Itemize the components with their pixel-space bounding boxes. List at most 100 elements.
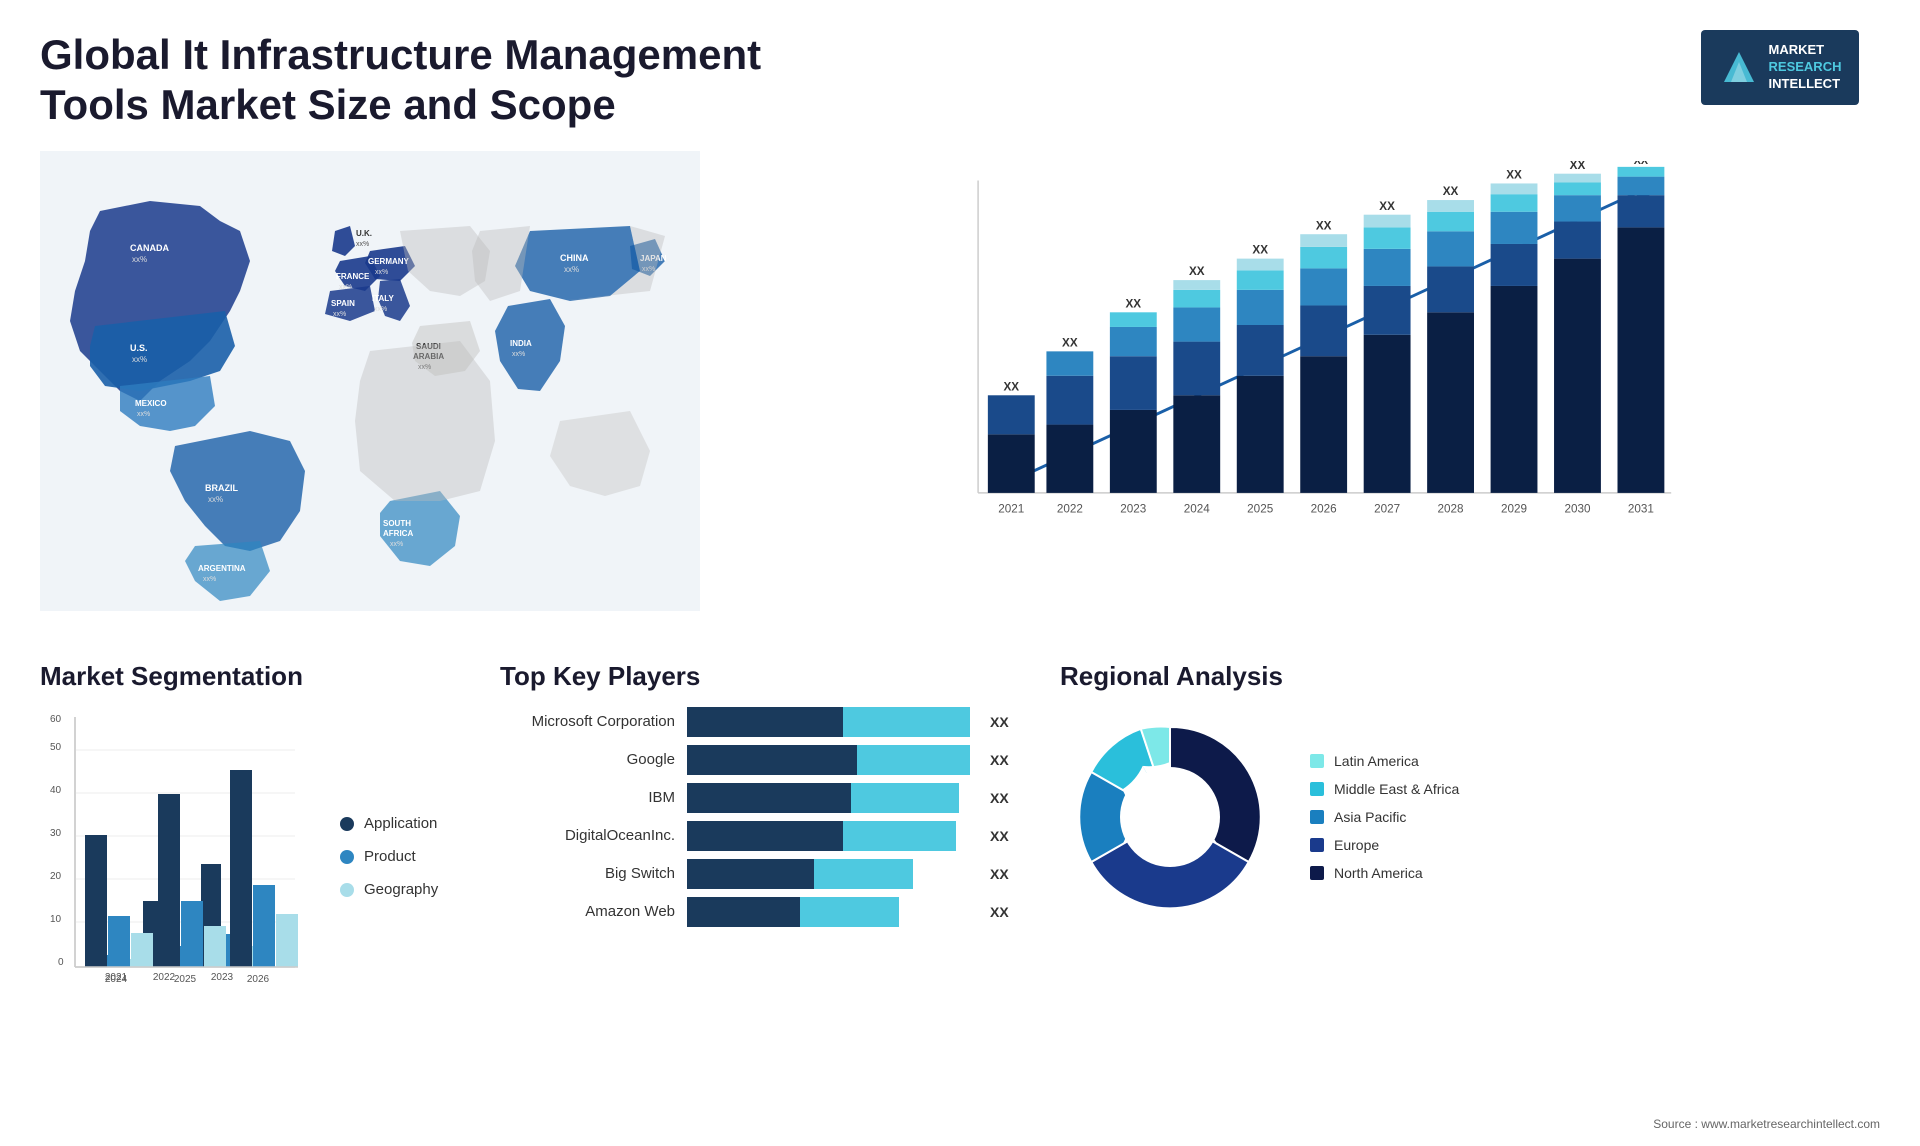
player-bar-ibm (687, 783, 970, 813)
regional-color-mea (1310, 782, 1324, 796)
svg-text:xx%: xx% (374, 306, 387, 313)
svg-text:XX: XX (1570, 161, 1586, 172)
player-value-ibm: XX (990, 790, 1020, 806)
svg-text:GERMANY: GERMANY (368, 257, 410, 266)
regional-legend: Latin America Middle East & Africa Asia … (1310, 753, 1459, 881)
svg-text:ARGENTINA: ARGENTINA (198, 564, 246, 573)
regional-label-mea: Middle East & Africa (1334, 781, 1459, 797)
player-row-google: Google XX (500, 745, 1020, 775)
svg-text:xx%: xx% (208, 495, 223, 504)
bar-chart-area: XX 2021 XX 2022 XX 2023 XX 2024 (700, 151, 1880, 631)
svg-text:XX: XX (1003, 380, 1019, 393)
player-bar-google (687, 745, 970, 775)
svg-text:2031: 2031 (1628, 502, 1654, 515)
player-bar-seg1-digitalocean (687, 821, 843, 851)
legend-label-application: Application (364, 815, 437, 832)
legend-application: Application (340, 815, 460, 832)
player-bar-seg1-google (687, 745, 857, 775)
logo-text: MARKET RESEARCH INTELLECT (1769, 42, 1842, 93)
svg-text:CANADA: CANADA (130, 243, 169, 253)
player-bar-seg1-microsoft (687, 707, 843, 737)
player-bar-microsoft (687, 707, 970, 737)
svg-text:XX: XX (1125, 297, 1141, 310)
svg-text:SOUTH: SOUTH (383, 519, 411, 528)
player-bar-seg2-amazon (800, 897, 899, 927)
player-name-google: Google (500, 751, 675, 768)
source-text: Source : www.marketresearchintellect.com (1653, 1117, 1880, 1131)
svg-text:xx%: xx% (564, 265, 579, 274)
svg-text:2025: 2025 (174, 974, 197, 985)
svg-text:xx%: xx% (512, 351, 525, 358)
legend-product: Product (340, 848, 460, 865)
player-row-digitalocean: DigitalOceanInc. XX (500, 821, 1020, 851)
player-row-bigswitch: Big Switch XX (500, 859, 1020, 889)
player-row-microsoft: Microsoft Corporation XX (500, 707, 1020, 737)
player-bar-amazon (687, 897, 970, 927)
svg-text:xx%: xx% (132, 255, 147, 264)
svg-text:xx%: xx% (375, 269, 388, 276)
svg-text:xx%: xx% (390, 541, 403, 548)
player-bar-seg2-bigswitch (814, 859, 913, 889)
svg-text:U.K.: U.K. (356, 229, 372, 238)
regional-color-latin (1310, 754, 1324, 768)
regional-label-apac: Asia Pacific (1334, 809, 1406, 825)
header: Global It Infrastructure Management Tool… (0, 0, 1920, 151)
bottom-section: Market Segmentation 0 10 20 30 40 50 60 (0, 651, 1920, 1031)
regional-color-northamerica (1310, 866, 1324, 880)
svg-text:BRAZIL: BRAZIL (205, 483, 238, 493)
player-value-google: XX (990, 752, 1020, 768)
regional-legend-latin: Latin America (1310, 753, 1459, 769)
svg-text:XX: XX (1252, 244, 1268, 257)
player-bar-seg2-ibm (851, 783, 959, 813)
svg-text:2025: 2025 (1247, 502, 1274, 515)
svg-text:MEXICO: MEXICO (135, 399, 167, 408)
svg-text:2030: 2030 (1564, 502, 1591, 515)
svg-text:xx%: xx% (333, 311, 346, 318)
player-bar-seg1-ibm (687, 783, 851, 813)
svg-text:2022: 2022 (1057, 502, 1083, 515)
legend-dot-application (340, 817, 354, 831)
svg-text:XX: XX (1316, 219, 1332, 232)
svg-text:U.S.: U.S. (130, 343, 148, 353)
donut-chart (1060, 707, 1280, 927)
map-area: CANADA xx% U.S. xx% MEXICO xx% BRAZIL xx… (40, 151, 700, 631)
seg-chart: 0 10 20 30 40 50 60 (40, 707, 320, 1007)
player-name-ibm: IBM (500, 789, 675, 806)
player-row-ibm: IBM XX (500, 783, 1020, 813)
regional-legend-europe: Europe (1310, 837, 1459, 853)
svg-text:XX: XX (1634, 161, 1649, 167)
svg-text:XX: XX (1189, 265, 1205, 278)
svg-text:XX: XX (1506, 168, 1522, 181)
world-map-svg: CANADA xx% U.S. xx% MEXICO xx% BRAZIL xx… (40, 151, 700, 611)
player-bar-seg1-bigswitch (687, 859, 814, 889)
segmentation-section: Market Segmentation 0 10 20 30 40 50 60 (40, 661, 460, 1031)
player-bar-bigswitch (687, 859, 970, 889)
regional-label-europe: Europe (1334, 837, 1379, 853)
svg-text:2021: 2021 (998, 502, 1024, 515)
player-value-digitalocean: XX (990, 828, 1020, 844)
players-title: Top Key Players (500, 661, 1020, 692)
logo-box: MARKET RESEARCH INTELLECT (1701, 30, 1860, 105)
svg-text:2026: 2026 (1311, 502, 1337, 515)
regional-label-latin: Latin America (1334, 753, 1419, 769)
player-row-amazon: Amazon Web XX (500, 897, 1020, 927)
svg-text:XX: XX (1379, 200, 1395, 213)
svg-text:INDIA: INDIA (510, 339, 532, 348)
regional-label-northamerica: North America (1334, 865, 1423, 881)
player-bar-seg1-amazon (687, 897, 800, 927)
player-bar-seg2-digitalocean (843, 821, 956, 851)
player-name-bigswitch: Big Switch (500, 865, 675, 882)
player-value-amazon: XX (990, 904, 1020, 920)
svg-text:xx%: xx% (132, 355, 147, 364)
svg-text:2027: 2027 (1374, 502, 1400, 515)
svg-text:xx%: xx% (356, 241, 369, 248)
svg-text:2024: 2024 (105, 974, 128, 985)
svg-text:xx%: xx% (203, 576, 216, 583)
seg-content: 0 10 20 30 40 50 60 (40, 707, 460, 1007)
svg-text:2024: 2024 (1184, 502, 1211, 515)
player-bar-seg2-microsoft (843, 707, 970, 737)
player-value-bigswitch: XX (990, 866, 1020, 882)
regional-legend-mea: Middle East & Africa (1310, 781, 1459, 797)
player-value-microsoft: XX (990, 714, 1020, 730)
regional-content: Latin America Middle East & Africa Asia … (1060, 707, 1880, 927)
